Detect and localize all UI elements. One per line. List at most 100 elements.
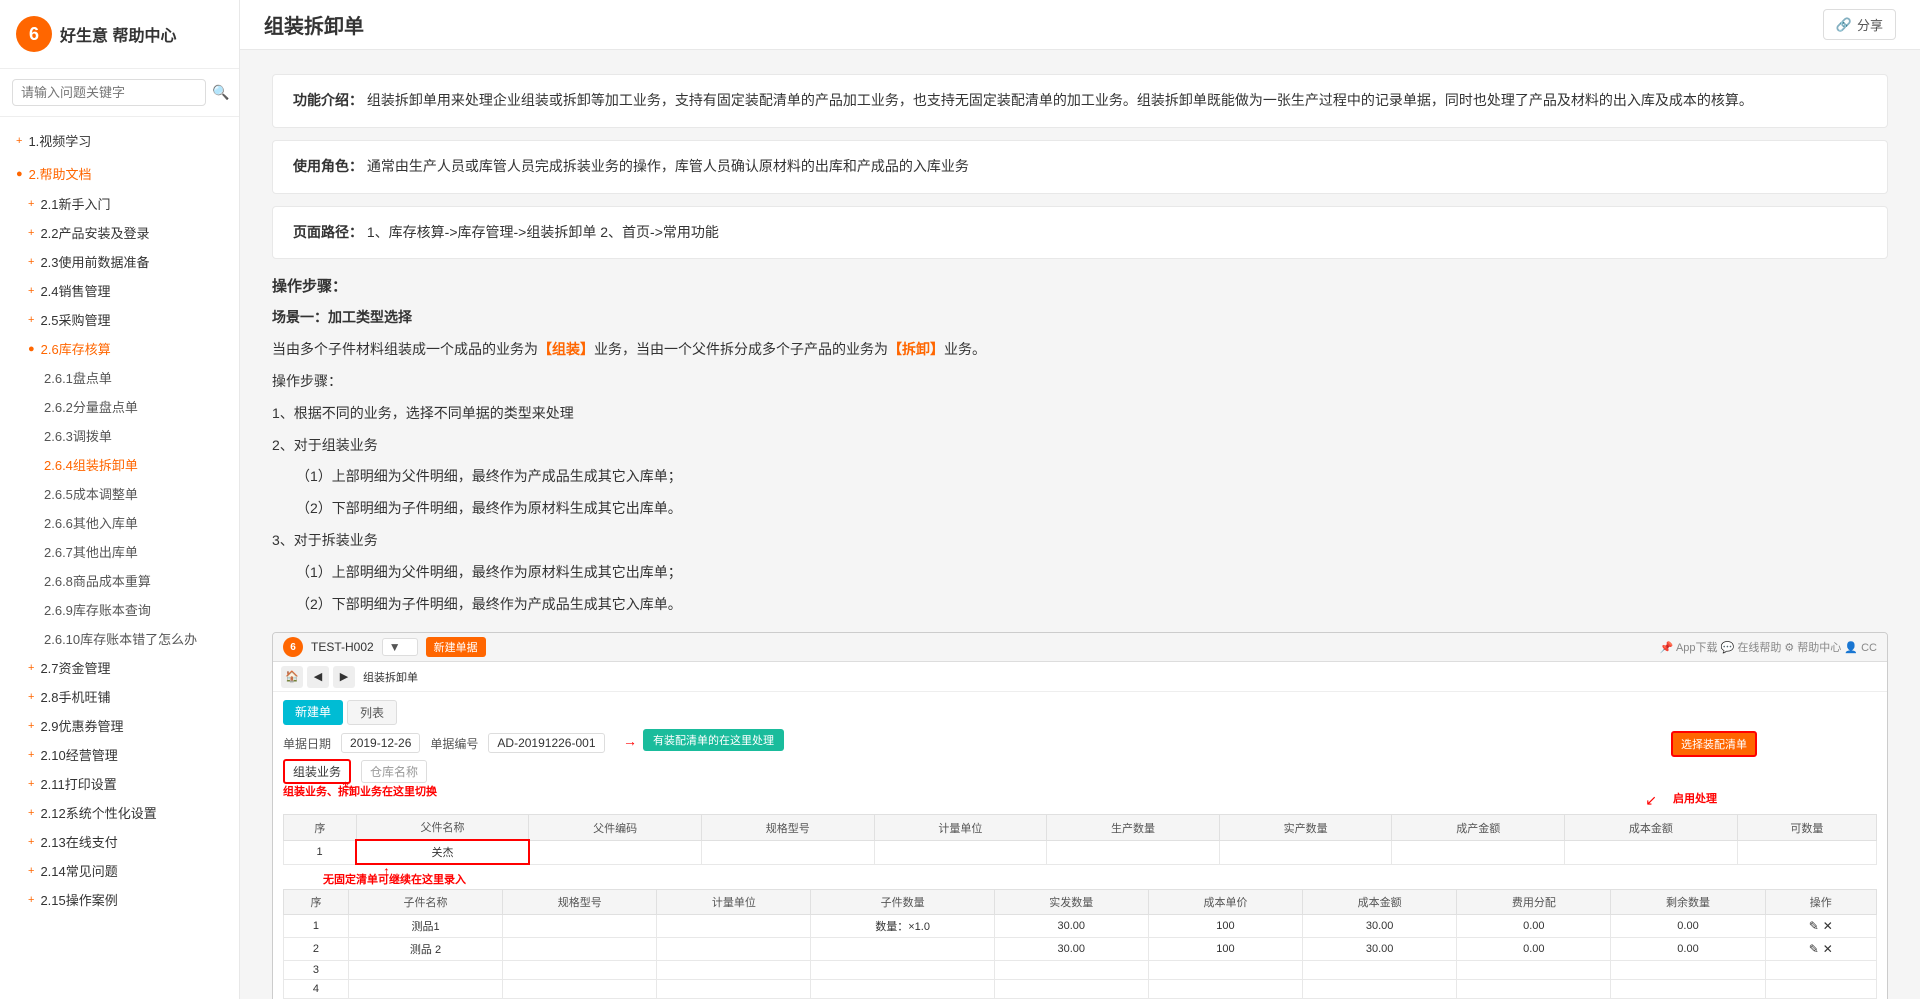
sidebar-item-coupon[interactable]: + 2.9优惠券管理: [0, 711, 239, 740]
sidebar-item-sales[interactable]: + 2.4销售管理: [0, 276, 239, 305]
sidebar-item-video[interactable]: + 1.视频学习: [0, 125, 239, 156]
sidebar-item-purchase[interactable]: + 2.5采购管理: [0, 305, 239, 334]
step3: 3、对于拆装业务: [272, 529, 1888, 553]
sidebar-item-cost-recalc[interactable]: 2.6.8商品成本重算: [0, 566, 239, 595]
sidebar-sub-label: 2.6库存核算: [41, 339, 111, 358]
role-label: 使用角色：: [293, 158, 363, 174]
sidebar-item-finance[interactable]: + 2.7资金管理: [0, 653, 239, 682]
sidebar-sub-label: 2.2产品安装及登录: [40, 223, 149, 242]
row-action-btn[interactable]: ✎: [1809, 942, 1819, 956]
toggle-icon: +: [16, 135, 22, 147]
ss-bottom-table: 序 子件名称 规格型号 计量单位 子件数量 实发数量 成本单价 成本金额 费用分…: [283, 889, 1877, 999]
share-label: 分享: [1857, 15, 1883, 34]
ss-col-parent-code: 父件编码: [529, 815, 702, 841]
share-icon: 🔗: [1836, 17, 1852, 33]
sidebar-item-mobile[interactable]: + 2.8手机旺铺: [0, 682, 239, 711]
sidebar-item-install[interactable]: + 2.2产品安装及登录: [0, 218, 239, 247]
ss-bcol-remain-qty: 剩余数量: [1611, 890, 1765, 915]
sidebar-sub-label: 2.10经营管理: [40, 745, 117, 764]
ss-bcol-unit: 计量单位: [657, 890, 811, 915]
sidebar-item-customize[interactable]: + 2.12系统个性化设置: [0, 798, 239, 827]
ss-tab-list[interactable]: 列表: [347, 700, 397, 725]
sidebar-item-ledger[interactable]: 2.6.9库存账本查询: [0, 595, 239, 624]
search-input[interactable]: [12, 79, 206, 106]
ss-topbar: 6 TEST-H002 ▼ 新建单据 📌 App下载 💬 在线帮助 ⚙ 帮助中心…: [273, 633, 1887, 662]
assembly-highlight: 【组装】: [538, 341, 594, 357]
sidebar-item-split-stocktake[interactable]: 2.6.2分量盘点单: [0, 392, 239, 421]
sidebar-item-transfer[interactable]: 2.6.3调拨单: [0, 421, 239, 450]
step2b: （2）下部明细为子件明细，最终作为原材料生成其它出库单。: [272, 497, 1888, 521]
intro-block: 功能介绍： 组装拆卸单用来处理企业组装或拆卸等加工业务，支持有固定装配清单的产品…: [272, 74, 1888, 128]
nav-tree: + 1.视频学习 ● 2.帮助文档 + 2.1新手入门 + 2.2产品安装及登录: [0, 117, 239, 999]
ss-tab-new[interactable]: 新建单: [283, 700, 343, 725]
sidebar-item-stocktake[interactable]: 2.6.1盘点单: [0, 363, 239, 392]
sidebar-item-other-out[interactable]: 2.6.7其他出库单: [0, 537, 239, 566]
ss-app-logo: 6: [283, 637, 303, 657]
toggle-icon: +: [28, 836, 34, 848]
table-row: 2 测品 2 30.00 100 30.00 0.00 0.00 ✎✕: [284, 938, 1877, 961]
sidebar-item-docs[interactable]: ● 2.帮助文档: [0, 158, 239, 189]
ss-new-btn: 新建单据: [426, 637, 486, 657]
step1: 1、根据不同的业务，选择不同单据的类型来处理: [272, 402, 1888, 426]
sidebar-sub-label: 2.1新手入门: [40, 194, 110, 213]
sidebar-item-assembly[interactable]: 2.6.4组装拆卸单: [0, 450, 239, 479]
step2: 2、对于组装业务: [272, 434, 1888, 458]
ss-bcol-qty: 子件数量: [811, 890, 994, 915]
sidebar-item-other-in[interactable]: 2.6.6其他入库单: [0, 508, 239, 537]
search-icon[interactable]: 🔍: [212, 84, 229, 101]
steps-title: 操作步骤：: [272, 275, 1888, 296]
step2a: （1）上部明细为父件明细，最终作为产成品生成其它入库单；: [272, 465, 1888, 489]
ss-bcol-child-name: 子件名称: [348, 890, 502, 915]
ss-cell-availqty: [1737, 840, 1876, 864]
sidebar-item-cost-adjust[interactable]: 2.6.5成本调整单: [0, 479, 239, 508]
intro-label: 功能介绍：: [293, 92, 363, 108]
sidebar-item-inventory[interactable]: ● 2.6库存核算: [0, 334, 239, 363]
ss-cell-unit: [874, 840, 1047, 864]
page-title: 组装拆卸单: [264, 10, 364, 39]
sidebar-item-dataprep[interactable]: + 2.3使用前数据准备: [0, 247, 239, 276]
sidebar-item-payment[interactable]: + 2.13在线支付: [0, 827, 239, 856]
ss-bcol-unit-cost: 成本单价: [1148, 890, 1302, 915]
role-block: 使用角色： 通常由生产人员或库管人员完成拆装业务的操作，库管人员确认原材料的出库…: [272, 140, 1888, 194]
ss-form-row1: 单据日期 2019-12-26 单据编号 AD-20191226-001 有装配…: [283, 733, 1877, 753]
sidebar-item-print[interactable]: + 2.11打印设置: [0, 769, 239, 798]
sidebar-item-ops[interactable]: + 2.10经营管理: [0, 740, 239, 769]
ss-date-label: 单据日期: [283, 735, 331, 752]
scenario1-desc: 当由多个子件材料组装成一个成品的业务为【组装】业务，当由一个父件拆分成多个子产品…: [272, 338, 1888, 362]
ss-breadcrumb: 组装拆卸单: [363, 669, 418, 685]
ss-form-row2: 组装业务 仓库名称 组装业务、拆卸业务在这里切换 ↱: [283, 759, 1877, 784]
sidebar-item-cases[interactable]: + 2.15操作案例: [0, 885, 239, 914]
ss-col-spec: 规格型号: [701, 815, 874, 841]
row-delete-btn[interactable]: ✕: [1823, 919, 1833, 933]
ss-select-bill-btn[interactable]: 选择装配清单: [1671, 731, 1757, 757]
disassembly-highlight: 【拆卸】: [888, 341, 944, 357]
toggle-icon: +: [28, 720, 34, 732]
sidebar-item-faq[interactable]: + 2.14常见问题: [0, 856, 239, 885]
toggle-icon: +: [28, 256, 34, 268]
ss-cell-costamt: [1565, 840, 1738, 864]
path-block: 页面路径： 1、库存核算->库存管理->组装拆卸单 2、首页->常用功能: [272, 206, 1888, 260]
ss-form-area: 新建单 列表 单据日期 2019-12-26 单据编号 AD-20191226-…: [273, 692, 1887, 999]
toggle-icon: +: [28, 285, 34, 297]
ss-col-avail-qty: 可数量: [1737, 815, 1876, 841]
ss-callout3: 启用处理: [1673, 790, 1717, 806]
ss-date-field[interactable]: 2019-12-26: [341, 733, 420, 753]
ss-cell-parent-name: 关杰: [356, 840, 529, 864]
ss-warehouse-field[interactable]: 仓库名称: [361, 760, 427, 783]
ss-callout-banner: 有装配清单的在这里处理: [643, 729, 784, 751]
toggle-icon: +: [28, 749, 34, 761]
table-row: 1 测品1 数量：×1.0 30.00 100 30.00 0.00 0.00 …: [284, 915, 1877, 938]
sidebar-item-newbie[interactable]: + 2.1新手入门: [0, 189, 239, 218]
ss-cell-prodamt: [1392, 840, 1565, 864]
row-action-btn[interactable]: ✎: [1809, 919, 1819, 933]
scenario1-title: 场景一：加工类型选择: [272, 306, 1888, 330]
ss-bcol-seq: 序: [284, 890, 349, 915]
toggle-icon: +: [28, 314, 34, 326]
row-delete-btn[interactable]: ✕: [1823, 942, 1833, 956]
content-area: 功能介绍： 组装拆卸单用来处理企业组装或拆卸等加工业务，支持有固定装配清单的产品…: [240, 50, 1920, 999]
sidebar-item-ledger-fix[interactable]: 2.6.10库存账本错了怎么办: [0, 624, 239, 653]
share-button[interactable]: 🔗 分享: [1823, 9, 1896, 40]
ss-billno-field[interactable]: AD-20191226-001: [488, 733, 604, 753]
screenshot-container: 6 TEST-H002 ▼ 新建单据 📌 App下载 💬 在线帮助 ⚙ 帮助中心…: [272, 632, 1888, 999]
ss-callout3-row: 启用处理 ↙: [283, 790, 1877, 810]
